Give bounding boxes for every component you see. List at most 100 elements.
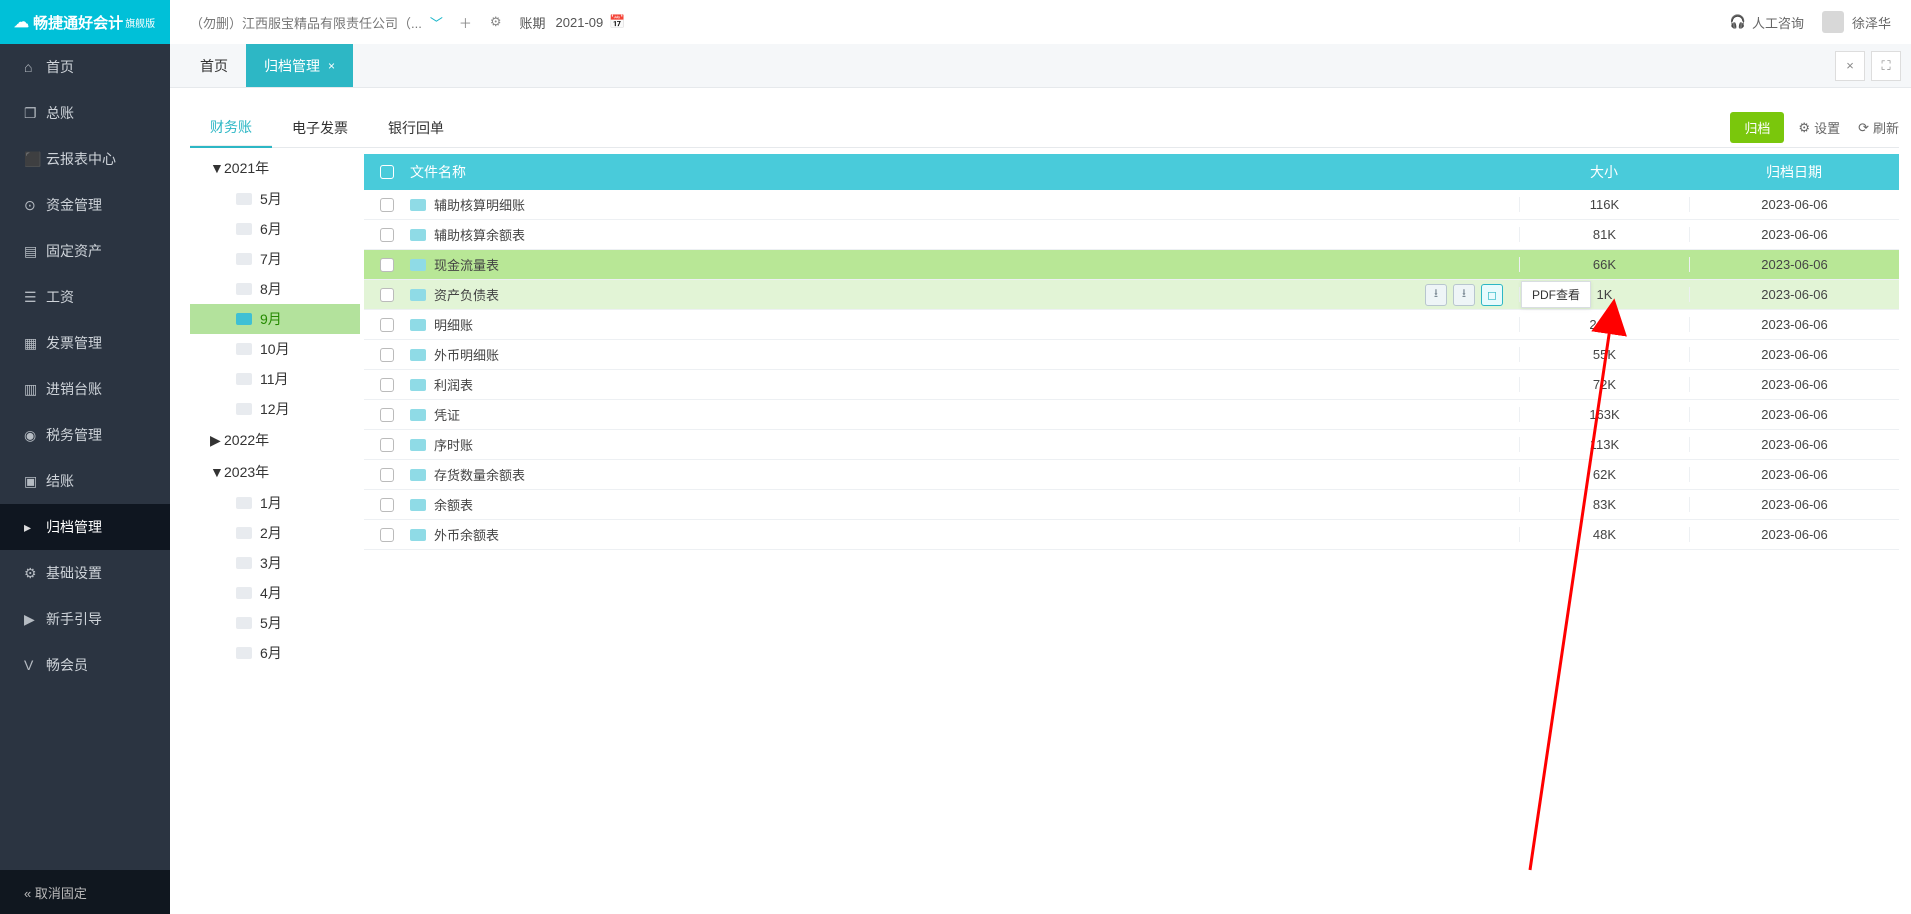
sub-toolbar: 归档 ⚙设置 ⟳刷新: [1730, 112, 1899, 143]
nav-item[interactable]: ☰工资: [0, 274, 170, 320]
table-row[interactable]: 资产负债表⭳⭳◻PDF查看1K2023-06-06: [364, 280, 1899, 310]
nav-icon: ⊙: [24, 197, 46, 214]
tree-month[interactable]: 7月: [190, 244, 360, 274]
nav-item[interactable]: ▣结账: [0, 458, 170, 504]
checkbox[interactable]: [380, 288, 394, 302]
subtab-finance[interactable]: 财务账: [190, 108, 272, 148]
table-row[interactable]: 序时账113K2023-06-06: [364, 430, 1899, 460]
archive-date: 2023-06-06: [1761, 347, 1828, 362]
gear-icon[interactable]: ⚙: [490, 14, 502, 30]
close-icon[interactable]: ×: [328, 59, 335, 73]
company-selector[interactable]: （勿删）江西服宝精品有限责任公司（...: [190, 13, 422, 32]
file-size: 72K: [1593, 377, 1616, 392]
subtab-bankreceipt[interactable]: 银行回单: [368, 108, 464, 148]
checkbox[interactable]: [380, 228, 394, 242]
col-name: 文件名称: [410, 162, 466, 182]
checkbox[interactable]: [380, 498, 394, 512]
nav-item[interactable]: ⊙资金管理: [0, 182, 170, 228]
tree-month[interactable]: 12月: [190, 394, 360, 424]
subtab-einvoice[interactable]: 电子发票: [272, 108, 368, 148]
calendar-icon[interactable]: 📅: [609, 14, 625, 30]
checkbox[interactable]: [380, 408, 394, 422]
checkbox[interactable]: [380, 198, 394, 212]
nav-label: 进销台账: [46, 379, 102, 399]
tree-month[interactable]: 8月: [190, 274, 360, 304]
nav-item[interactable]: ▤固定资产: [0, 228, 170, 274]
archive-button[interactable]: 归档: [1730, 112, 1784, 143]
checkbox[interactable]: [380, 528, 394, 542]
refresh-link[interactable]: ⟳刷新: [1858, 118, 1899, 137]
file-size: 113K: [1590, 437, 1619, 452]
nav-item[interactable]: V畅会员: [0, 642, 170, 688]
fullscreen-button[interactable]: ⛶: [1871, 51, 1901, 81]
nav-item[interactable]: ⬛云报表中心: [0, 136, 170, 182]
checkbox[interactable]: [380, 348, 394, 362]
checkbox[interactable]: [380, 318, 394, 332]
table-row[interactable]: 辅助核算余额表81K2023-06-06: [364, 220, 1899, 250]
checkbox[interactable]: [380, 378, 394, 392]
folder-icon: [236, 497, 252, 509]
tab-archive-management[interactable]: 归档管理 ×: [246, 44, 353, 87]
tree-month[interactable]: 3月: [190, 548, 360, 578]
tree-year-2022[interactable]: ▶2022年: [190, 424, 360, 456]
file-size: 116K: [1590, 197, 1619, 212]
nav-item[interactable]: ▥进销台账: [0, 366, 170, 412]
table-row[interactable]: 辅助核算明细账116K2023-06-06: [364, 190, 1899, 220]
tree-month[interactable]: 5月: [190, 184, 360, 214]
nav-item[interactable]: ◉税务管理: [0, 412, 170, 458]
nav-label: 基础设置: [46, 563, 102, 583]
nav-item[interactable]: ▶新手引导: [0, 596, 170, 642]
pdf-view-icon[interactable]: ◻: [1481, 284, 1503, 306]
headset-icon: 🎧: [1730, 14, 1746, 30]
tree-year-2023[interactable]: ▼2023年: [190, 456, 360, 488]
tree-month[interactable]: 2月: [190, 518, 360, 548]
table-row[interactable]: 外币明细账55K2023-06-06: [364, 340, 1899, 370]
folder-icon: [410, 439, 426, 451]
download-pdf-icon[interactable]: ⭳: [1453, 284, 1475, 306]
file-name: 凭证: [434, 405, 460, 424]
download-excel-icon[interactable]: ⭳: [1425, 284, 1447, 306]
tree-month[interactable]: 1月: [190, 488, 360, 518]
checkbox[interactable]: [380, 468, 394, 482]
add-icon[interactable]: ＋: [459, 13, 472, 32]
tree-year-2021[interactable]: ▼2021年: [190, 152, 360, 184]
checkbox-all[interactable]: [380, 165, 394, 179]
tree-month[interactable]: 9月: [190, 304, 360, 334]
close-tab-button[interactable]: ×: [1835, 51, 1865, 81]
nav-item[interactable]: ❐总账: [0, 90, 170, 136]
tree-month[interactable]: 6月: [190, 214, 360, 244]
table-row[interactable]: 存货数量余额表62K2023-06-06: [364, 460, 1899, 490]
avatar[interactable]: [1822, 11, 1844, 33]
nav-icon: ▤: [24, 243, 46, 260]
settings-link[interactable]: ⚙设置: [1798, 118, 1840, 137]
tab-home[interactable]: 首页: [182, 44, 246, 87]
archive-date: 2023-06-06: [1761, 407, 1828, 422]
date-tree: ▼2021年 5月6月7月8月9月10月11月12月 ▶2022年 ▼2023年…: [190, 152, 360, 668]
support-button[interactable]: 🎧 人工咨询: [1724, 13, 1804, 32]
table-row[interactable]: 明细账246K2023-06-06: [364, 310, 1899, 340]
checkbox[interactable]: [380, 438, 394, 452]
nav-item[interactable]: ⌂首页: [0, 44, 170, 90]
nav-label: 税务管理: [46, 425, 102, 445]
username[interactable]: 徐泽华: [1844, 13, 1891, 32]
period-value[interactable]: 2021-09: [556, 15, 604, 30]
table-row[interactable]: 外币余额表48K2023-06-06: [364, 520, 1899, 550]
table-row[interactable]: 利润表72K2023-06-06: [364, 370, 1899, 400]
nav-item[interactable]: ⚙基础设置: [0, 550, 170, 596]
nav-item[interactable]: ▸归档管理: [0, 504, 170, 550]
checkbox[interactable]: [380, 258, 394, 272]
table-row[interactable]: 凭证163K2023-06-06: [364, 400, 1899, 430]
table-row[interactable]: 余额表83K2023-06-06: [364, 490, 1899, 520]
tree-month[interactable]: 10月: [190, 334, 360, 364]
sidebar-footer-unpin[interactable]: « 取消固定: [0, 870, 170, 914]
month-label: 5月: [260, 189, 282, 209]
nav-icon: ⬛: [24, 151, 46, 168]
nav-item[interactable]: ▦发票管理: [0, 320, 170, 366]
nav-label: 资金管理: [46, 195, 102, 215]
table-row[interactable]: 现金流量表66K2023-06-06: [364, 250, 1899, 280]
tree-month[interactable]: 4月: [190, 578, 360, 608]
tree-month[interactable]: 11月: [190, 364, 360, 394]
chevron-down-icon[interactable]: ﹀: [430, 13, 443, 32]
tree-month[interactable]: 6月: [190, 638, 360, 668]
tree-month[interactable]: 5月: [190, 608, 360, 638]
